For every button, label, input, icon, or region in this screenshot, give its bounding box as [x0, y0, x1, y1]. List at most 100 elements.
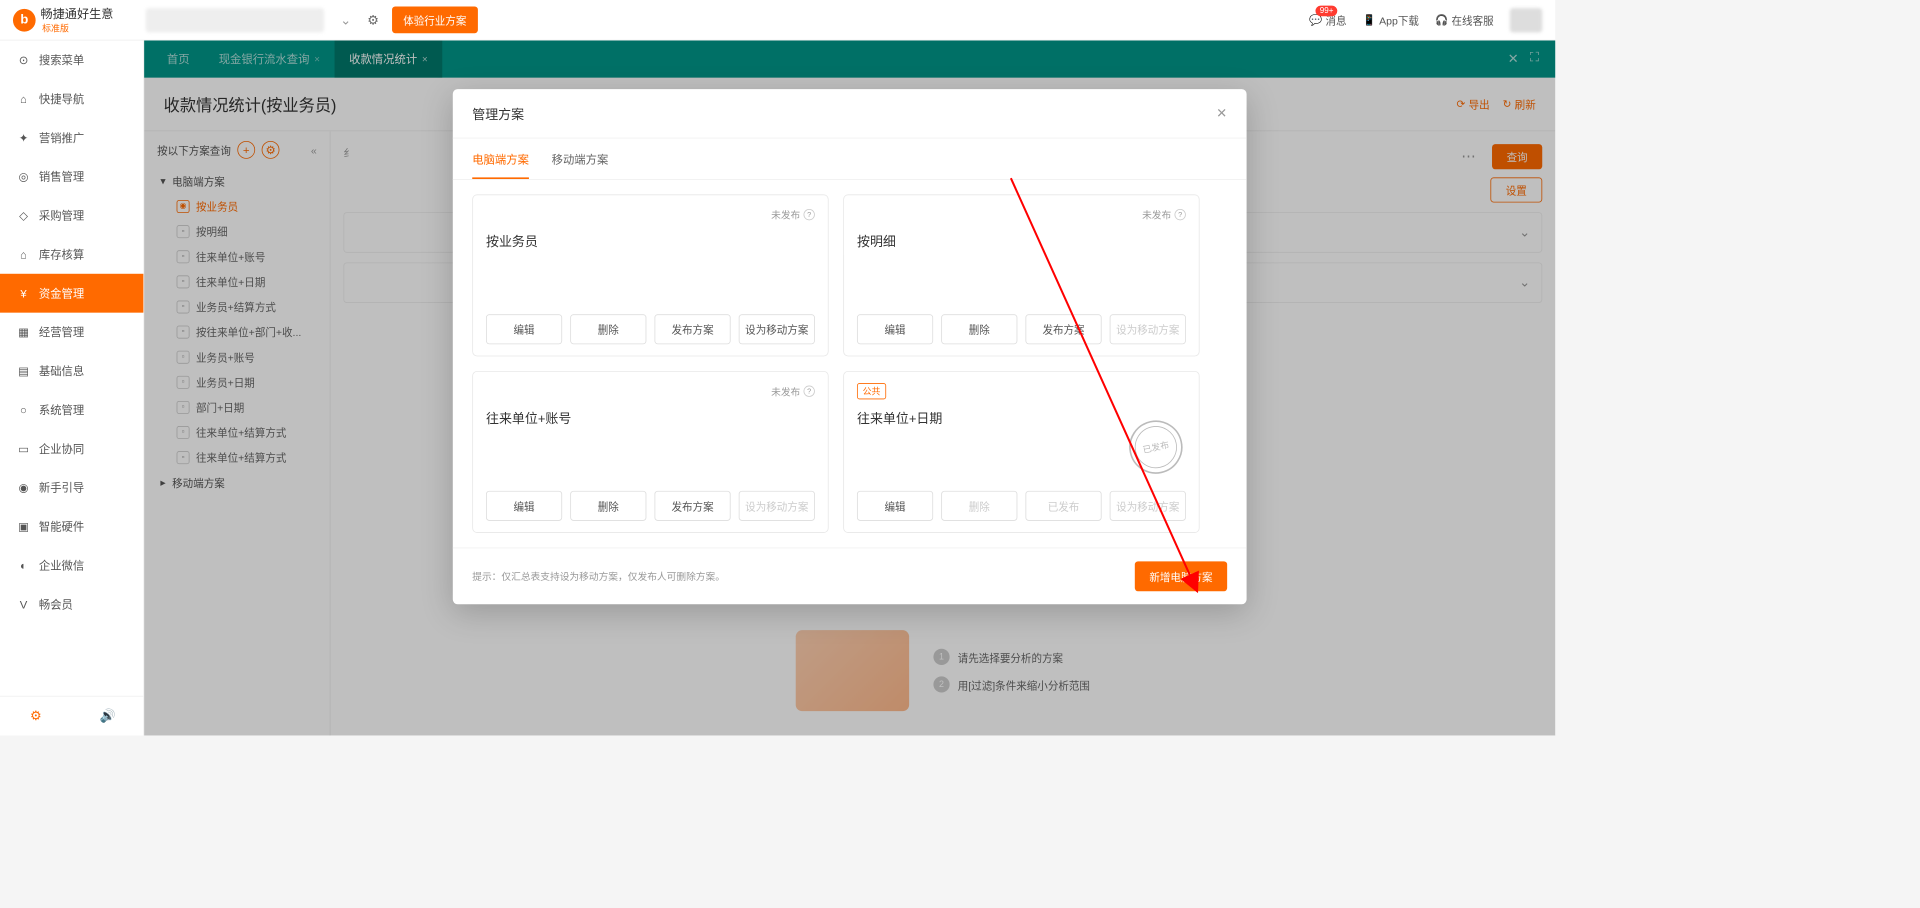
card-btn-已发布: 已发布: [1025, 491, 1101, 521]
sidebar-footer-gear[interactable]: ⚙: [0, 697, 72, 736]
org-selector-blurred[interactable]: [146, 8, 324, 32]
add-pc-scheme-button[interactable]: 新增电脑方案: [1135, 561, 1227, 591]
sidebar-item-11[interactable]: ◉ 新手引导: [0, 468, 143, 507]
logo-text: 畅捷通好生意: [41, 5, 114, 22]
card-title: 往来单位+账号: [486, 407, 815, 426]
chevron-down-icon[interactable]: ⌄: [340, 12, 351, 28]
sidebar-item-4[interactable]: ◇ 采购管理: [0, 196, 143, 235]
card-btn-发布方案[interactable]: 发布方案: [654, 491, 730, 521]
download-label: App下载: [1379, 12, 1419, 27]
sidebar-icon: ▭: [16, 441, 31, 456]
sidebar-item-0[interactable]: ⊙ 搜索菜单: [0, 41, 143, 80]
gear-icon[interactable]: ⚙: [367, 12, 379, 28]
sidebar-item-7[interactable]: ▦经营管理: [0, 313, 143, 352]
sidebar-label: 企业协同: [39, 441, 84, 457]
card-btn-发布方案[interactable]: 发布方案: [654, 314, 730, 344]
sidebar-icon: ✦: [16, 130, 31, 145]
modal-tab-mobile[interactable]: 移动端方案: [552, 151, 609, 179]
sidebar-label: 智能硬件: [39, 518, 84, 534]
card-btn-删除[interactable]: 删除: [941, 314, 1017, 344]
sidebar-label: 新手引导: [39, 480, 84, 496]
sidebar-icon: V: [16, 597, 31, 612]
sidebar-item-12[interactable]: ▣ 智能硬件: [0, 507, 143, 546]
messages-badge: 99+: [1316, 6, 1338, 17]
sidebar-icon: ◇: [16, 208, 31, 223]
unpublished-label: 未发布 ?: [771, 208, 815, 222]
card-btn-设为移动方案: 设为移动方案: [1110, 314, 1186, 344]
sidebar-icon: ◉: [16, 480, 31, 495]
info-icon[interactable]: ?: [804, 209, 815, 220]
modal-overlay: 管理方案 ✕ 电脑端方案 移动端方案 未发布 ?按业务员编辑删除发布方案设为移动…: [144, 41, 1555, 736]
sidebar-item-3[interactable]: ◎ 销售管理: [0, 157, 143, 196]
card-btn-编辑[interactable]: 编辑: [857, 491, 933, 521]
sidebar-icon: ⌂: [16, 92, 31, 107]
info-icon[interactable]: ?: [1175, 209, 1186, 220]
manage-scheme-modal: 管理方案 ✕ 电脑端方案 移动端方案 未发布 ?按业务员编辑删除发布方案设为移动…: [453, 89, 1247, 604]
card-btn-编辑[interactable]: 编辑: [857, 314, 933, 344]
unpublished-label: 未发布 ?: [1142, 208, 1186, 222]
sidebar-icon: ▣: [16, 519, 31, 534]
sidebar-item-10[interactable]: ▭ 企业协同: [0, 429, 143, 468]
sidebar-footer-sound[interactable]: 🔊: [72, 697, 144, 736]
sidebar-icon: ⌂: [16, 247, 31, 262]
sidebar-label: 畅会员: [39, 596, 73, 612]
scheme-card-2: 未发布 ? 往来单位+账号编辑删除发布方案设为移动方案: [472, 371, 828, 533]
card-btn-编辑[interactable]: 编辑: [486, 314, 562, 344]
modal-footer-hint: 提示：仅汇总表支持设为移动方案，仅发布人可删除方案。: [472, 569, 725, 583]
public-tag: 公共: [857, 383, 886, 399]
info-icon[interactable]: ?: [804, 386, 815, 397]
card-title: 按业务员: [486, 231, 815, 250]
sidebar-label: 企业微信: [39, 557, 84, 573]
card-btn-设为移动方案: 设为移动方案: [1110, 491, 1186, 521]
main-area: 首页现金银行流水查询×收款情况统计× ✕ ⛶ 收款情况统计(按业务员) ⟳ 导出…: [144, 41, 1555, 736]
sidebar-icon: ◎: [16, 169, 31, 184]
sidebar-icon: ▦: [16, 325, 31, 340]
card-btn-发布方案[interactable]: 发布方案: [1025, 314, 1101, 344]
sidebar: ⊙ 搜索菜单 ⌂ 快捷导航 ✦ 营销推广 ◎ 销售管理 ◇ 采购管理 ⌂ 库存核算 ¥ 资金管理 ▦经营管理…: [0, 41, 144, 736]
topbar: b 畅捷通好生意 标准版 ⌄ ⚙ 体验行业方案 💬 消息 99+ 📱 App下载…: [0, 0, 1555, 41]
sidebar-icon: ◐: [16, 558, 31, 573]
support-link[interactable]: 🎧 在线客服: [1435, 12, 1493, 27]
sidebar-item-13[interactable]: ◐ 企业微信: [0, 546, 143, 585]
modal-tab-pc[interactable]: 电脑端方案: [472, 151, 529, 179]
sidebar-item-2[interactable]: ✦ 营销推广: [0, 118, 143, 157]
sidebar-item-8[interactable]: ▤基础信息: [0, 352, 143, 391]
sidebar-item-9[interactable]: ○ 系统管理: [0, 390, 143, 429]
card-btn-删除[interactable]: 删除: [570, 491, 646, 521]
sidebar-label: 资金管理: [39, 285, 84, 301]
card-btn-设为移动方案: 设为移动方案: [739, 491, 815, 521]
close-icon[interactable]: ✕: [1216, 105, 1227, 121]
topbar-right: 💬 消息 99+ 📱 App下载 🎧 在线客服: [1309, 8, 1542, 32]
support-label: 在线客服: [1452, 12, 1494, 27]
sidebar-label: 营销推广: [39, 130, 84, 146]
sidebar-icon: ¥: [16, 286, 31, 301]
user-avatar-blurred[interactable]: [1510, 8, 1542, 32]
scheme-card-1: 未发布 ? 按明细编辑删除发布方案设为移动方案: [843, 194, 1199, 356]
sidebar-label: 采购管理: [39, 207, 84, 223]
sidebar-label: 销售管理: [39, 168, 84, 184]
sidebar-item-5[interactable]: ⌂ 库存核算: [0, 235, 143, 274]
card-title: 往来单位+日期: [857, 407, 1186, 426]
unpublished-label: 未发布 ?: [771, 384, 815, 398]
modal-title: 管理方案: [472, 104, 524, 123]
experience-button[interactable]: 体验行业方案: [392, 6, 478, 33]
app-download-link[interactable]: 📱 App下载: [1363, 12, 1419, 27]
sidebar-icon: ○: [16, 403, 31, 418]
logo-icon: b: [13, 9, 36, 32]
card-btn-设为移动方案[interactable]: 设为移动方案: [739, 314, 815, 344]
sidebar-item-1[interactable]: ⌂ 快捷导航: [0, 79, 143, 118]
sidebar-label: 库存核算: [39, 246, 84, 262]
card-btn-删除: 删除: [941, 491, 1017, 521]
sidebar-icon: ⊙: [16, 53, 31, 68]
sidebar-label: 搜索菜单: [39, 52, 84, 68]
card-btn-编辑[interactable]: 编辑: [486, 491, 562, 521]
sidebar-label: 系统管理: [39, 402, 84, 418]
sidebar-item-6[interactable]: ¥ 资金管理: [0, 274, 143, 313]
sidebar-item-14[interactable]: V 畅会员: [0, 585, 143, 624]
card-title: 按明细: [857, 231, 1186, 250]
messages-link[interactable]: 💬 消息 99+: [1309, 12, 1346, 27]
sidebar-label: 快捷导航: [39, 91, 84, 107]
card-btn-删除[interactable]: 删除: [570, 314, 646, 344]
scheme-card-0: 未发布 ? 按业务员编辑删除发布方案设为移动方案: [472, 194, 828, 356]
logo-sub: 标准版: [42, 22, 113, 35]
